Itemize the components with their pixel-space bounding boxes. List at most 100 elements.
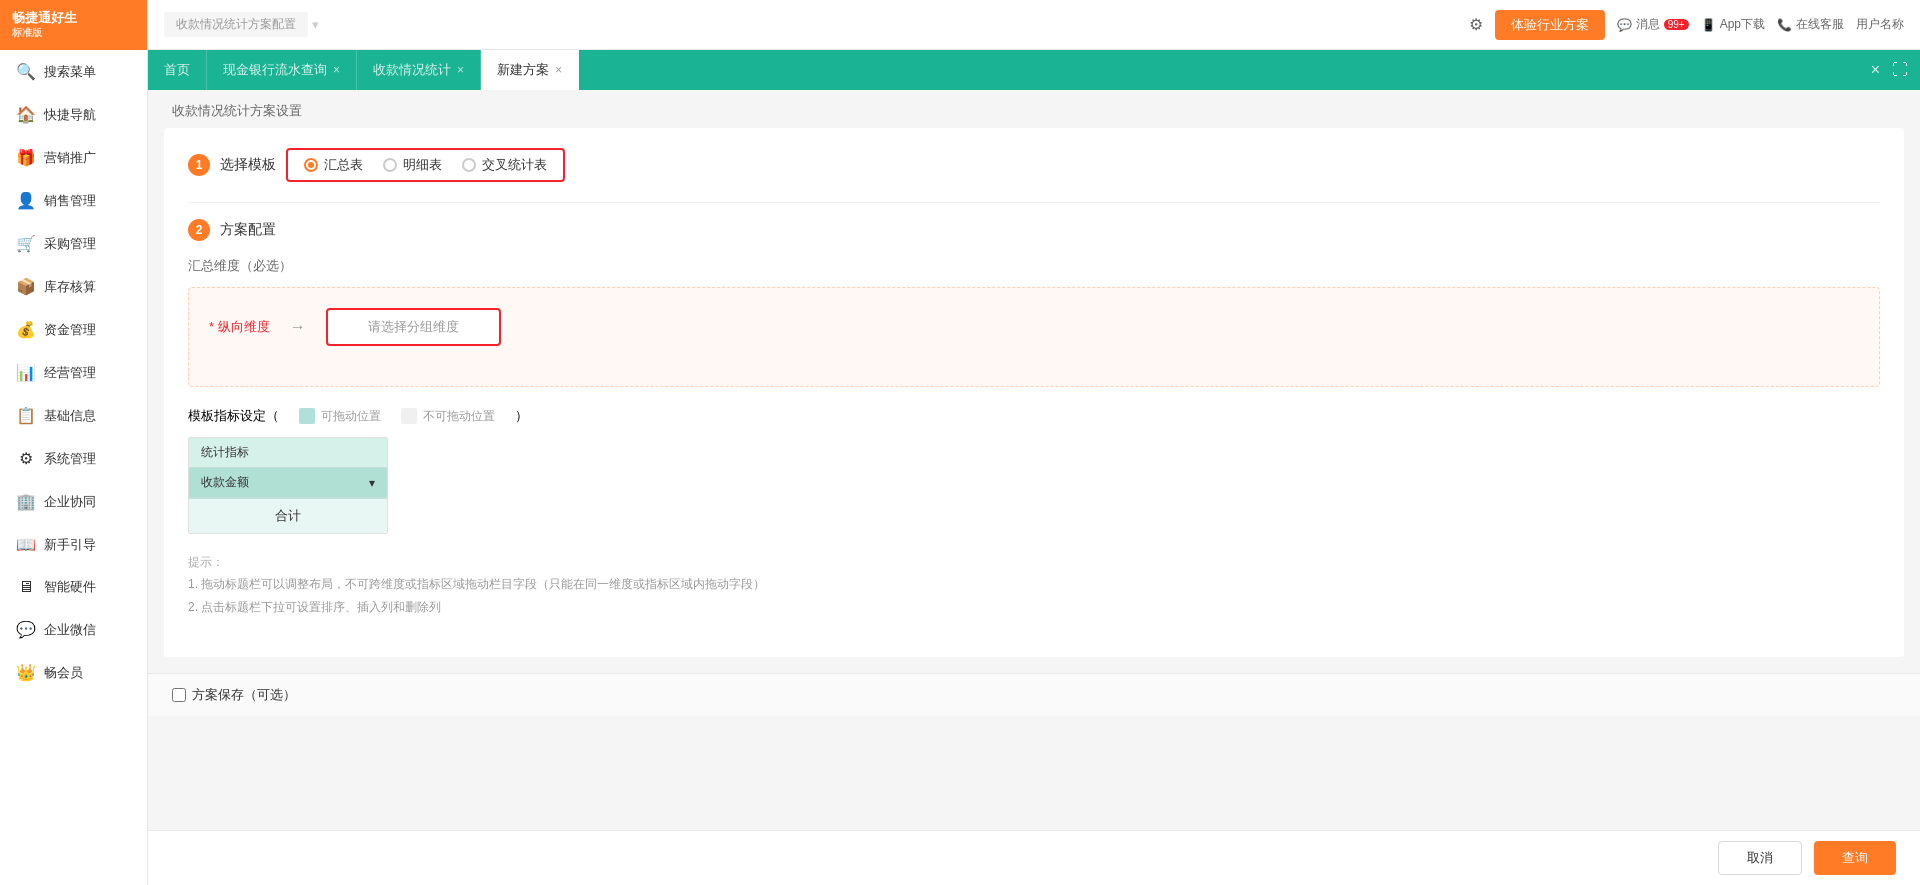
guide-icon: 📖 [16,535,36,554]
page-title: 收款情况统计方案设置 [148,90,1920,128]
gear-icon[interactable]: ⚙ [1469,15,1483,34]
sidebar-item-label: 企业微信 [44,621,96,639]
breadcrumb-text: 收款情况统计方案配置 [164,12,308,37]
total-label: 合计 [275,507,301,525]
sidebar-item-quick-nav[interactable]: 🏠 快捷导航 [0,93,147,136]
step1-title: 选择模板 [220,156,276,174]
tab-bank-close[interactable]: × [333,63,340,77]
radio-cross-circle [462,158,476,172]
step1-header: 1 选择模板 汇总表 明细表 [188,148,1880,182]
industry-plan-button[interactable]: 体验行业方案 [1495,10,1605,40]
tab-new-plan-close[interactable]: × [555,63,562,77]
tab-receipt-label: 收款情况统计 [373,61,451,79]
top-header: 收款情况统计方案配置 ▾ ⚙ 体验行业方案 💬 消息 99+ 📱 App下载 📞… [148,0,1920,50]
draggable-legend: 可拖动位置 [299,408,381,425]
main-card: 1 选择模板 汇总表 明细表 [164,128,1904,657]
step2-section: 2 方案配置 汇总维度（必选） * 纵向维度 → 请选择分组维度 [188,219,1880,617]
save-label: 方案保存（可选） [192,686,296,704]
dimension-select-button[interactable]: 请选择分组维度 [326,308,501,346]
radio-detail-label: 明细表 [403,156,442,174]
tab-close-all-icon[interactable]: × [1871,61,1880,79]
radio-cross-label: 交叉统计表 [482,156,547,174]
sales-icon: 👤 [16,191,36,210]
bottom-action-bar: 取消 查询 [148,830,1920,885]
draggable-legend-box [299,408,315,424]
sidebar-item-label: 基础信息 [44,407,96,425]
indicator-header-label: 统计指标 [201,444,249,461]
sidebar-item-label: 资金管理 [44,321,96,339]
basic-icon: 📋 [16,406,36,425]
radio-summary[interactable]: 汇总表 [304,156,363,174]
indicator-section: 模板指标设定（ 可拖动位置 不可拖动位置 ） [188,407,1880,534]
dimension-title: 汇总维度（必选） [188,257,1880,275]
sidebar-item-sales[interactable]: 👤 销售管理 [0,179,147,222]
sidebar-item-member[interactable]: 👑 畅会员 [0,651,147,694]
breadcrumb-arrow: ▾ [312,17,319,32]
non-draggable-legend-box [401,408,417,424]
vertical-dimension-label: * 纵向维度 [209,318,270,336]
tab-home[interactable]: 首页 [148,50,207,90]
dimension-arrow-icon: → [290,318,306,336]
finance-icon: 💰 [16,320,36,339]
sidebar-item-inventory[interactable]: 📦 库存核算 [0,265,147,308]
sidebar-item-management[interactable]: 📊 经营管理 [0,351,147,394]
indicator-settings-label: 模板指标设定（ [188,407,279,425]
step1-section: 1 选择模板 汇总表 明细表 [188,148,1880,182]
sidebar-item-search-menu[interactable]: 🔍 搜索菜单 [0,50,147,93]
sidebar-item-finance[interactable]: 💰 资金管理 [0,308,147,351]
wechat-icon: 💬 [16,620,36,639]
sidebar-item-label: 系统管理 [44,450,96,468]
dimension-row: * 纵向维度 → 请选择分组维度 [209,308,1859,346]
service-button[interactable]: 📞 在线客服 [1777,16,1844,33]
sidebar-item-label: 经营管理 [44,364,96,382]
sidebar-item-marketing[interactable]: 🎁 营销推广 [0,136,147,179]
tips-title: 提示： [188,554,1880,571]
cancel-button[interactable]: 取消 [1718,841,1802,875]
radio-cross[interactable]: 交叉统计表 [462,156,547,174]
indicator-total-row: 合计 [189,498,387,533]
query-button[interactable]: 查询 [1814,841,1896,875]
sidebar-item-smart[interactable]: 🖥 智能硬件 [0,566,147,608]
step1-badge: 1 [188,154,210,176]
non-draggable-legend-label: 不可拖动位置 [423,408,495,425]
download-button[interactable]: 📱 App下载 [1701,16,1765,33]
tab-maximize-icon[interactable]: ⛶ [1892,61,1908,79]
tips-section: 提示： 1. 拖动标题栏可以调整布局，不可跨维度或指标区域拖动栏目字段（只能在同… [188,554,1880,617]
indicator-column-header[interactable]: 收款金额 ▾ [189,468,387,498]
dropdown-chevron-icon[interactable]: ▾ [369,476,375,490]
tab-new-plan-label: 新建方案 [497,61,549,79]
config-section: 汇总维度（必选） * 纵向维度 → 请选择分组维度 模板指标设定（ [188,257,1880,617]
indicator-table: 统计指标 收款金额 ▾ 合计 [188,437,388,534]
save-checkbox[interactable] [172,688,186,702]
tab-receipt[interactable]: 收款情况统计 × [357,50,481,90]
sidebar-item-guide[interactable]: 📖 新手引导 [0,523,147,566]
tab-bank-label: 现金银行流水查询 [223,61,327,79]
tab-receipt-close[interactable]: × [457,63,464,77]
sidebar-item-label: 搜索菜单 [44,63,96,81]
step2-badge: 2 [188,219,210,241]
divider1 [188,202,1880,203]
message-icon: 💬 [1617,18,1632,32]
user-area[interactable]: 用户名称 [1856,16,1904,33]
logo-title: 畅捷通好生 [12,10,77,26]
sidebar-item-wechat[interactable]: 💬 企业微信 [0,608,147,651]
download-label: App下载 [1720,16,1765,33]
tab-new-plan[interactable]: 新建方案 × [481,50,579,90]
sidebar-logo: 畅捷通好生 标准版 [0,0,147,50]
draggable-legend-label: 可拖动位置 [321,408,381,425]
sidebar-item-purchase[interactable]: 🛒 采购管理 [0,222,147,265]
message-button[interactable]: 💬 消息 99+ [1617,16,1689,33]
sidebar-item-enterprise[interactable]: 🏢 企业协同 [0,480,147,523]
step2-title: 方案配置 [220,221,276,239]
breadcrumb-area: 收款情况统计方案配置 ▾ [164,12,1457,37]
save-option: 方案保存（可选） [172,686,296,704]
radio-detail[interactable]: 明细表 [383,156,442,174]
sidebar-item-system[interactable]: ⚙ 系统管理 [0,437,147,480]
tab-bank[interactable]: 现金银行流水查询 × [207,50,357,90]
tip-item-2: 2. 点击标题栏下拉可设置排序、插入列和删除列 [188,598,1880,617]
message-badge: 99+ [1664,19,1689,30]
search-menu-icon: 🔍 [16,62,36,81]
tab-bar: 首页 现金银行流水查询 × 收款情况统计 × 新建方案 × × ⛶ [148,50,1920,90]
sidebar-item-basic[interactable]: 📋 基础信息 [0,394,147,437]
inventory-icon: 📦 [16,277,36,296]
